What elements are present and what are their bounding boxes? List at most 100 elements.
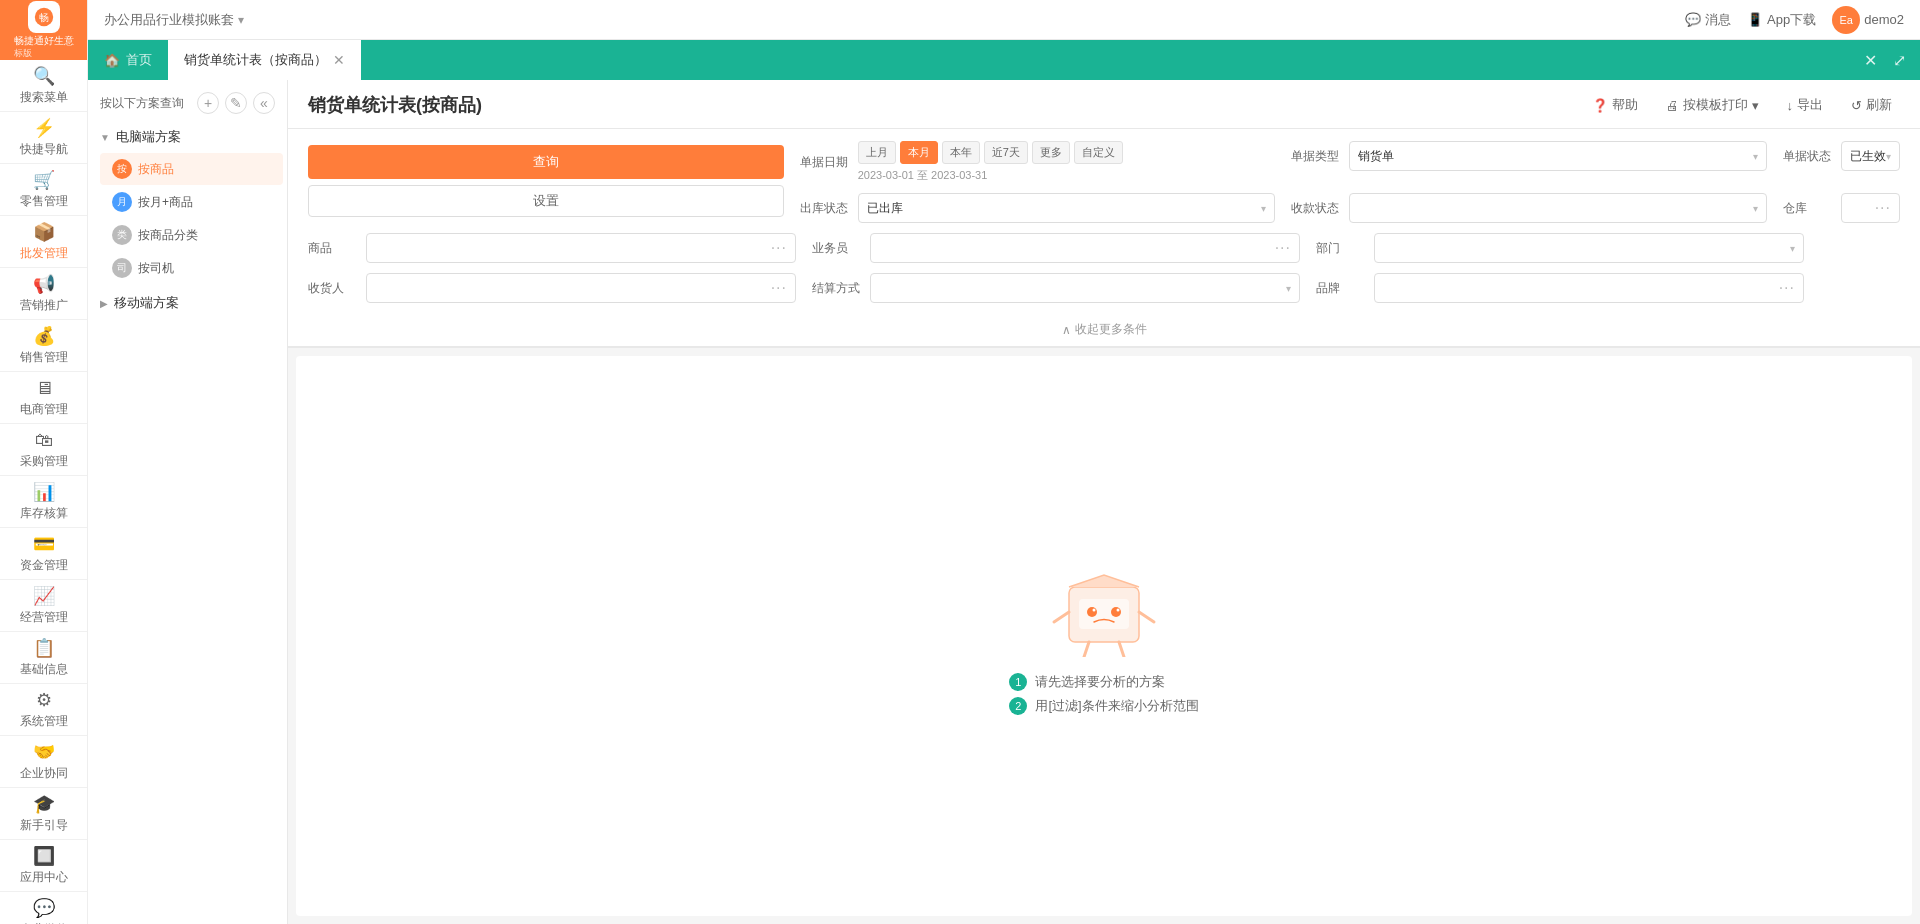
print-btn[interactable]: 🖨 按模板打印 ▾ [1658,92,1767,118]
sidebar-item-appstore[interactable]: 🔲 应用中心 [0,840,87,892]
scheme-group-mobile-header[interactable]: ▶ 移动端方案 [88,288,287,318]
brand-input[interactable]: ··· [1374,273,1804,303]
scheme-item-by-goods[interactable]: 按 按商品 [100,153,283,185]
receiver-input[interactable]: ··· [366,273,796,303]
sidebar-item-search[interactable]: 🔍 搜索菜单 [0,60,87,112]
filter-outbound-status: 出库状态 已出库 ▾ [800,193,1276,223]
page-title-row: 销货单统计表(按商品) ❓ 帮助 🖨 按模板打印 ▾ ↓ [308,92,1900,118]
empty-tips: 1 请先选择要分析的方案 2 用[过滤]条件来缩小分析范围 [1009,673,1198,715]
scheme-icon-by-goods: 按 [112,159,132,179]
purchase-icon: 🛍 [35,430,53,451]
collapse-bar[interactable]: ∧ 收起更多条件 [288,313,1920,347]
filter-goods: 商品 ··· [308,233,796,263]
sidebar-item-operations[interactable]: 📈 经营管理 [0,580,87,632]
message-btn[interactable]: 💬 消息 [1685,11,1731,29]
date-btn-custom[interactable]: 自定义 [1074,141,1123,164]
filter-settlement: 结算方式 ▾ [812,273,1300,303]
scheme-item-by-driver[interactable]: 司 按司机 [100,252,283,284]
empty-state: 1 请先选择要分析的方案 2 用[过滤]条件来缩小分析范围 [296,356,1912,916]
salesperson-input[interactable]: ··· [870,233,1300,263]
sidebar-item-label: 应用中心 [20,869,68,886]
refresh-icon: ↺ [1851,98,1862,113]
sidebar-item-sales[interactable]: 💰 销售管理 [0,320,87,372]
sidebar-item-purchase[interactable]: 🛍 采购管理 [0,424,87,476]
export-btn[interactable]: ↓ 导出 [1779,92,1832,118]
date-btn-7days[interactable]: 近7天 [984,141,1028,164]
outbound-select[interactable]: 已出库 ▾ [858,193,1276,223]
tab-home[interactable]: 🏠 首页 [88,40,168,80]
payment-status-arrow: ▾ [1753,203,1758,214]
date-btn-more[interactable]: 更多 [1032,141,1070,164]
content-area: 按以下方案查询 + ✎ « ▼ 电脑端方案 按 按商品 月 按月+ [88,80,1920,924]
message-icon: 💬 [1685,12,1701,27]
collapse-panel-btn[interactable]: « [253,92,275,114]
home-icon: 🏠 [104,53,120,68]
doc-type-label: 单据类型 [1291,148,1341,165]
sidebar-item-enterprise[interactable]: 🤝 企业协同 [0,736,87,788]
tabbar: 🏠 首页 销货单统计表（按商品） ✕ ✕ ⤢ [88,40,1920,80]
sidebar-item-marketing[interactable]: 📢 营销推广 [0,268,87,320]
sidebar-item-wechat[interactable]: 💬 企业微信 [0,892,87,924]
doc-type-value: 销货单 [1358,148,1753,165]
warehouse-label: 仓库 [1783,200,1833,217]
collapse-btn[interactable]: ∧ 收起更多条件 [1062,321,1147,338]
topbar-dropdown-arrow[interactable]: ▾ [238,13,244,27]
page-title: 销货单统计表(按商品) [308,93,482,117]
sidebar-item-guide[interactable]: 🎓 新手引导 [0,788,87,840]
desktop-arrow-icon: ▼ [100,132,110,143]
salesperson-label: 业务员 [812,240,862,257]
sidebar-item-basic[interactable]: 📋 基础信息 [0,632,87,684]
add-scheme-btn[interactable]: + [197,92,219,114]
doc-type-select[interactable]: 销货单 ▾ [1349,141,1767,171]
svg-point-6 [1092,609,1095,612]
sidebar-item-quick-nav[interactable]: ⚡ 快捷导航 [0,112,87,164]
left-panel: 按以下方案查询 + ✎ « ▼ 电脑端方案 按 按商品 月 按月+ [88,80,288,924]
topbar-right: 💬 消息 📱 App下载 Ea demo2 [1685,6,1904,34]
desktop-scheme-items: 按 按商品 月 按月+商品 类 按商品分类 司 按司机 [88,153,287,284]
inventory-icon: 📊 [33,481,55,503]
user-menu[interactable]: Ea demo2 [1832,6,1904,34]
guide-icon: 🎓 [33,793,55,815]
topbar: 办公用品行业模拟账套 ▾ 💬 消息 📱 App下载 Ea demo2 [88,0,1920,40]
date-btn-last-month[interactable]: 上月 [858,141,896,164]
sidebar-item-system[interactable]: ⚙ 系统管理 [0,684,87,736]
doc-status-select[interactable]: 已生效 ▾ [1841,141,1900,171]
filter-payment-status: 收款状态 ▾ [1291,193,1767,223]
brand-dots: ··· [1779,279,1795,297]
date-btn-this-month[interactable]: 本月 [900,141,938,164]
edit-scheme-btn[interactable]: ✎ [225,92,247,114]
marketing-icon: 📢 [33,273,55,295]
department-select[interactable]: ▾ [1374,233,1804,263]
scheme-item-by-goods-cat[interactable]: 类 按商品分类 [100,219,283,251]
refresh-btn[interactable]: ↺ 刷新 [1843,92,1900,118]
salesperson-dots: ··· [1275,239,1291,257]
scheme-item-by-month-goods[interactable]: 月 按月+商品 [100,186,283,218]
svg-line-10 [1084,642,1089,657]
sidebar-item-label: 快捷导航 [20,141,68,158]
settlement-select[interactable]: ▾ [870,273,1300,303]
goods-input[interactable]: ··· [366,233,796,263]
setup-btn[interactable]: 设置 [308,185,784,217]
goods-label: 商品 [308,240,358,257]
payment-status-select[interactable]: ▾ [1349,193,1767,223]
sidebar-item-finance[interactable]: 💳 资金管理 [0,528,87,580]
warehouse-input[interactable]: ··· [1841,193,1900,223]
tab-sales-stats[interactable]: 销货单统计表（按商品） ✕ [168,40,361,80]
filter-brand: 品牌 ··· [1316,273,1804,303]
settlement-arrow: ▾ [1286,283,1291,294]
sidebar-item-label: 零售管理 [20,193,68,210]
tab-close-all-btn[interactable]: ✕ [1858,47,1883,74]
sidebar-item-inventory[interactable]: 📊 库存核算 [0,476,87,528]
sidebar-item-label: 基础信息 [20,661,68,678]
sidebar-item-ecommerce[interactable]: 🖥 电商管理 [0,372,87,424]
page-actions: ❓ 帮助 🖨 按模板打印 ▾ ↓ 导出 ↺ [1584,92,1901,118]
tab-maximize-btn[interactable]: ⤢ [1887,47,1912,74]
sidebar-item-retail[interactable]: 🛒 零售管理 [0,164,87,216]
date-btn-this-year[interactable]: 本年 [942,141,980,164]
scheme-group-desktop-header[interactable]: ▼ 电脑端方案 [88,122,287,152]
sidebar-item-wholesale[interactable]: 📦 批发管理 [0,216,87,268]
app-download-btn[interactable]: 📱 App下载 [1747,11,1816,29]
tab-close-btn[interactable]: ✕ [333,52,345,68]
help-btn[interactable]: ❓ 帮助 [1584,92,1646,118]
query-btn[interactable]: 查询 [308,145,784,179]
